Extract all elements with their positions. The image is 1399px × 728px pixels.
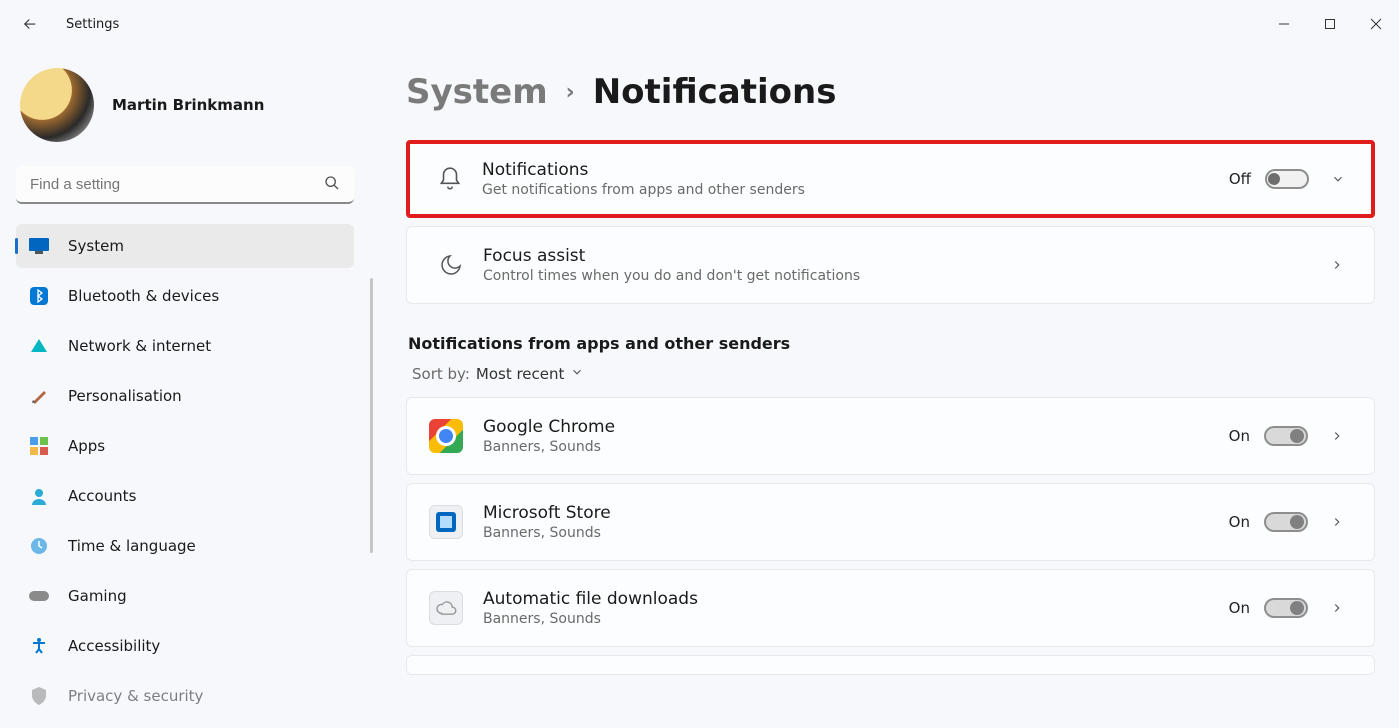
personalisation-icon bbox=[28, 385, 50, 407]
sidebar-item-network[interactable]: Network & internet bbox=[16, 324, 354, 368]
sidebar-item-label: Personalisation bbox=[68, 387, 182, 405]
sidebar: Martin Brinkmann System Bluetooth & devi… bbox=[0, 48, 370, 728]
avatar bbox=[20, 68, 94, 142]
app-name: Google Chrome bbox=[483, 417, 1229, 437]
sidebar-item-time-language[interactable]: Time & language bbox=[16, 524, 354, 568]
app-detail: Banners, Sounds bbox=[483, 611, 1229, 627]
search-box bbox=[16, 166, 354, 204]
privacy-icon bbox=[28, 685, 50, 707]
chevron-right-icon[interactable] bbox=[1322, 515, 1352, 529]
card-title: Notifications bbox=[482, 160, 1229, 180]
sidebar-item-gaming[interactable]: Gaming bbox=[16, 574, 354, 618]
sidebar-item-label: Gaming bbox=[68, 587, 127, 605]
maximize-button[interactable] bbox=[1307, 8, 1353, 40]
gaming-icon bbox=[28, 585, 50, 607]
sidebar-item-privacy[interactable]: Privacy & security bbox=[16, 674, 354, 718]
bluetooth-icon bbox=[28, 285, 50, 307]
app-detail: Banners, Sounds bbox=[483, 525, 1229, 541]
bell-icon bbox=[428, 166, 472, 192]
sidebar-item-label: Bluetooth & devices bbox=[68, 287, 219, 305]
breadcrumb-parent[interactable]: System bbox=[406, 72, 548, 112]
search-input[interactable] bbox=[16, 166, 354, 204]
app-toggle[interactable] bbox=[1264, 598, 1308, 618]
toggle-state-label: Off bbox=[1229, 170, 1251, 188]
sidebar-item-accessibility[interactable]: Accessibility bbox=[16, 624, 354, 668]
toggle-state-label: On bbox=[1229, 513, 1250, 531]
app-detail: Banners, Sounds bbox=[483, 439, 1229, 455]
sort-by-label: Sort by: bbox=[412, 365, 470, 383]
app-name: Microsoft Store bbox=[483, 503, 1229, 523]
accounts-icon bbox=[28, 485, 50, 507]
search-icon bbox=[324, 175, 340, 195]
notifications-toggle[interactable] bbox=[1265, 169, 1309, 189]
moon-icon bbox=[429, 253, 473, 277]
app-name: Automatic file downloads bbox=[483, 589, 1229, 609]
partial-card bbox=[406, 655, 1375, 675]
section-title: Notifications from apps and other sender… bbox=[408, 334, 1375, 353]
window-title: Settings bbox=[66, 17, 119, 32]
mstore-icon bbox=[429, 505, 463, 539]
nav-list: System Bluetooth & devices Network & int… bbox=[16, 224, 354, 724]
network-icon bbox=[28, 335, 50, 357]
app-toggle[interactable] bbox=[1264, 512, 1308, 532]
chevron-right-icon[interactable] bbox=[1322, 258, 1352, 272]
user-profile[interactable]: Martin Brinkmann bbox=[16, 68, 354, 142]
sidebar-item-label: Privacy & security bbox=[68, 687, 203, 705]
app-notification-card[interactable]: Google Chrome Banners, Sounds On bbox=[406, 397, 1375, 475]
chevron-right-icon[interactable] bbox=[1322, 601, 1352, 615]
content-area: System › Notifications Notifications Get… bbox=[370, 48, 1399, 728]
breadcrumb: System › Notifications bbox=[406, 72, 1375, 112]
chevron-right-icon[interactable] bbox=[1322, 429, 1352, 443]
notifications-card[interactable]: Notifications Get notifications from app… bbox=[406, 140, 1375, 218]
sort-by-dropdown[interactable]: Sort by: Most recent bbox=[412, 365, 1375, 383]
breadcrumb-current: Notifications bbox=[593, 72, 837, 112]
toggle-state-label: On bbox=[1229, 599, 1250, 617]
card-subtitle: Control times when you do and don't get … bbox=[483, 268, 1322, 284]
app-notification-card[interactable]: Automatic file downloads Banners, Sounds… bbox=[406, 569, 1375, 647]
sidebar-item-apps[interactable]: Apps bbox=[16, 424, 354, 468]
app-notification-card[interactable]: Microsoft Store Banners, Sounds On bbox=[406, 483, 1375, 561]
sidebar-item-label: Network & internet bbox=[68, 337, 211, 355]
sidebar-item-system[interactable]: System bbox=[16, 224, 354, 268]
minimize-button[interactable] bbox=[1261, 8, 1307, 40]
sidebar-item-label: Apps bbox=[68, 437, 105, 455]
sidebar-item-label: Accounts bbox=[68, 487, 136, 505]
time-language-icon bbox=[28, 535, 50, 557]
chevron-down-icon[interactable] bbox=[1323, 172, 1353, 186]
back-button[interactable] bbox=[14, 8, 46, 40]
app-toggle[interactable] bbox=[1264, 426, 1308, 446]
close-button[interactable] bbox=[1353, 8, 1399, 40]
focus-assist-card[interactable]: Focus assist Control times when you do a… bbox=[406, 226, 1375, 304]
chrome-icon bbox=[429, 419, 463, 453]
accessibility-icon bbox=[28, 635, 50, 657]
apps-icon bbox=[28, 435, 50, 457]
card-title: Focus assist bbox=[483, 246, 1322, 266]
sidebar-item-label: Accessibility bbox=[68, 637, 160, 655]
scrollbar[interactable] bbox=[370, 278, 373, 553]
cloud-icon bbox=[429, 591, 463, 625]
window-controls bbox=[1261, 8, 1399, 40]
titlebar: Settings bbox=[0, 0, 1399, 48]
chevron-down-icon bbox=[570, 365, 584, 383]
sidebar-item-personalisation[interactable]: Personalisation bbox=[16, 374, 354, 418]
user-name: Martin Brinkmann bbox=[112, 96, 264, 114]
sidebar-item-label: System bbox=[68, 237, 124, 255]
card-subtitle: Get notifications from apps and other se… bbox=[482, 182, 1229, 198]
sidebar-item-label: Time & language bbox=[68, 537, 196, 555]
sort-by-value: Most recent bbox=[476, 365, 565, 383]
system-icon bbox=[28, 235, 50, 257]
chevron-right-icon: › bbox=[566, 80, 575, 105]
sidebar-item-bluetooth[interactable]: Bluetooth & devices bbox=[16, 274, 354, 318]
sidebar-item-accounts[interactable]: Accounts bbox=[16, 474, 354, 518]
toggle-state-label: On bbox=[1229, 427, 1250, 445]
